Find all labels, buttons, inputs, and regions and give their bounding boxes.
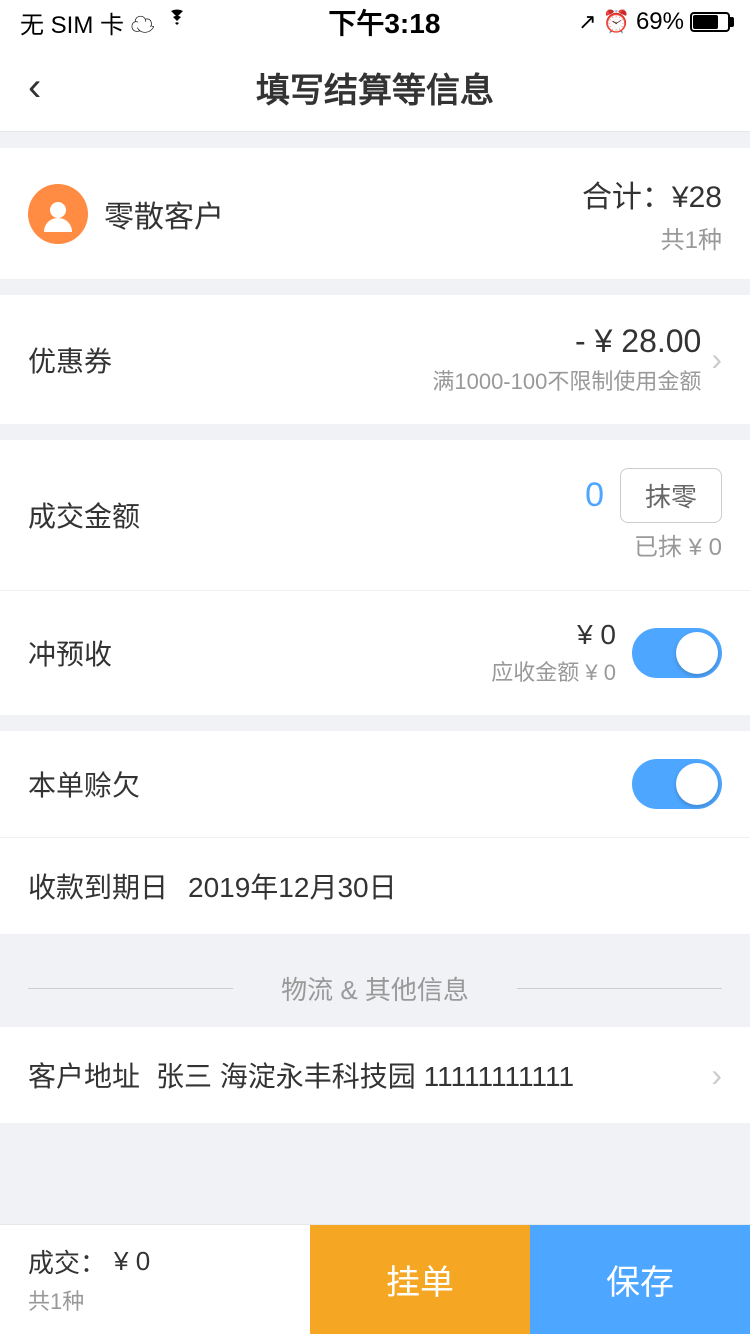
receivable-text: 应收金额 ¥ 0 (491, 655, 616, 687)
transaction-section: 成交金额 0 抹零 已抹 ¥ 0 冲预收 ¥ 0 应收金额 ¥ 0 (0, 440, 750, 715)
duedate-row: 收款到期日 2019年12月30日 (0, 837, 750, 934)
customer-avatar (28, 184, 88, 244)
credit-label: 本单赊欠 (28, 764, 140, 804)
save-button[interactable]: 保存 (530, 1225, 750, 1334)
address-chevron-icon: › (711, 1057, 722, 1094)
logistics-divider-inner: 物流 & 其他信息 (0, 970, 750, 1007)
customer-left: 零散客户 (28, 184, 224, 244)
sim-status: 无 SIM 卡 ☁ (20, 5, 155, 40)
bottom-deal-row: 成交： ¥ 0 (28, 1243, 282, 1280)
credit-row: 本单赊欠 (0, 731, 750, 837)
logistics-label: 物流 & 其他信息 (281, 970, 469, 1007)
chevron-right-icon: › (711, 341, 722, 378)
bottom-deal-label: 成交： (28, 1243, 106, 1280)
battery-icon (690, 12, 730, 32)
prereceive-row: 冲预收 ¥ 0 应收金额 ¥ 0 (0, 590, 750, 715)
customer-name: 零散客户 (104, 192, 224, 236)
divider-line-left (28, 988, 233, 989)
wifi-icon (163, 8, 191, 36)
credit-toggle[interactable] (632, 759, 722, 809)
battery-percent: 69% (636, 8, 684, 36)
prereceive-amount: ¥ 0 (491, 619, 616, 651)
address-section[interactable]: 客户地址 张三 海淀永丰科技园 11111111111 › (0, 1027, 750, 1123)
prereceive-label: 冲预收 (28, 633, 112, 673)
total-amount: 合计：¥28 (582, 172, 722, 216)
content-area: 零散客户 合计：¥28 共1种 优惠券 - ¥ 28.00 满1000-100不… (0, 148, 750, 1243)
address-row[interactable]: 客户地址 张三 海淀永丰科技园 11111111111 › (0, 1027, 750, 1123)
already-rounded-text: 已抹 ¥ 0 (585, 527, 722, 562)
back-button[interactable]: ‹ (28, 65, 41, 110)
coupon-label: 优惠券 (28, 340, 112, 380)
divider-line-right (517, 988, 722, 989)
coupon-discount: - ¥ 28.00 (432, 323, 701, 360)
page-title: 填写结算等信息 (256, 63, 494, 112)
duedate-value[interactable]: 2019年12月30日 (188, 866, 397, 906)
coupon-description: 满1000-100不限制使用金额 (432, 364, 701, 396)
hold-order-button[interactable]: 挂单 (310, 1225, 530, 1334)
transaction-label: 成交金额 (28, 495, 140, 535)
coupon-row[interactable]: 优惠券 - ¥ 28.00 满1000-100不限制使用金额 › (0, 295, 750, 424)
address-label: 客户地址 (28, 1055, 140, 1095)
coupon-right: - ¥ 28.00 满1000-100不限制使用金额 › (432, 323, 722, 396)
logistics-divider: 物流 & 其他信息 (0, 950, 750, 1027)
bottom-info: 成交： ¥ 0 共1种 (0, 1243, 310, 1316)
location-icon: ↗ (578, 9, 596, 35)
transaction-value[interactable]: 0 (585, 476, 604, 515)
transaction-row: 成交金额 0 抹零 已抹 ¥ 0 (0, 440, 750, 590)
nav-bar: ‹ 填写结算等信息 (0, 44, 750, 132)
status-time: 下午3:18 (328, 2, 440, 42)
credit-section: 本单赊欠 收款到期日 2019年12月30日 (0, 731, 750, 934)
status-bar: 无 SIM 卡 ☁ 下午3:18 ↗ ⏰ 69% (0, 0, 750, 44)
duedate-label: 收款到期日 (28, 866, 168, 906)
customer-row: 零散客户 合计：¥28 共1种 (0, 148, 750, 279)
customer-section: 零散客户 合计：¥28 共1种 (0, 148, 750, 279)
bottom-deal-amount: ¥ 0 (114, 1246, 150, 1277)
amount-input-area: 0 抹零 (585, 468, 722, 523)
round-zero-button[interactable]: 抹零 (620, 468, 722, 523)
customer-right: 合计：¥28 共1种 (582, 172, 722, 255)
bottom-bar: 成交： ¥ 0 共1种 挂单 保存 (0, 1224, 750, 1334)
bottom-count: 共1种 (28, 1284, 282, 1316)
alarm-icon: ⏰ (603, 9, 630, 35)
total-count: 共1种 (582, 220, 722, 255)
coupon-section[interactable]: 优惠券 - ¥ 28.00 满1000-100不限制使用金额 › (0, 295, 750, 424)
status-right: ↗ ⏰ 69% (578, 8, 730, 36)
status-left: 无 SIM 卡 ☁ (20, 5, 191, 40)
prereceive-toggle[interactable] (632, 628, 722, 678)
address-value: 张三 海淀永丰科技园 11111111111 (156, 1055, 695, 1095)
prereceive-right: ¥ 0 应收金额 ¥ 0 (491, 619, 722, 687)
